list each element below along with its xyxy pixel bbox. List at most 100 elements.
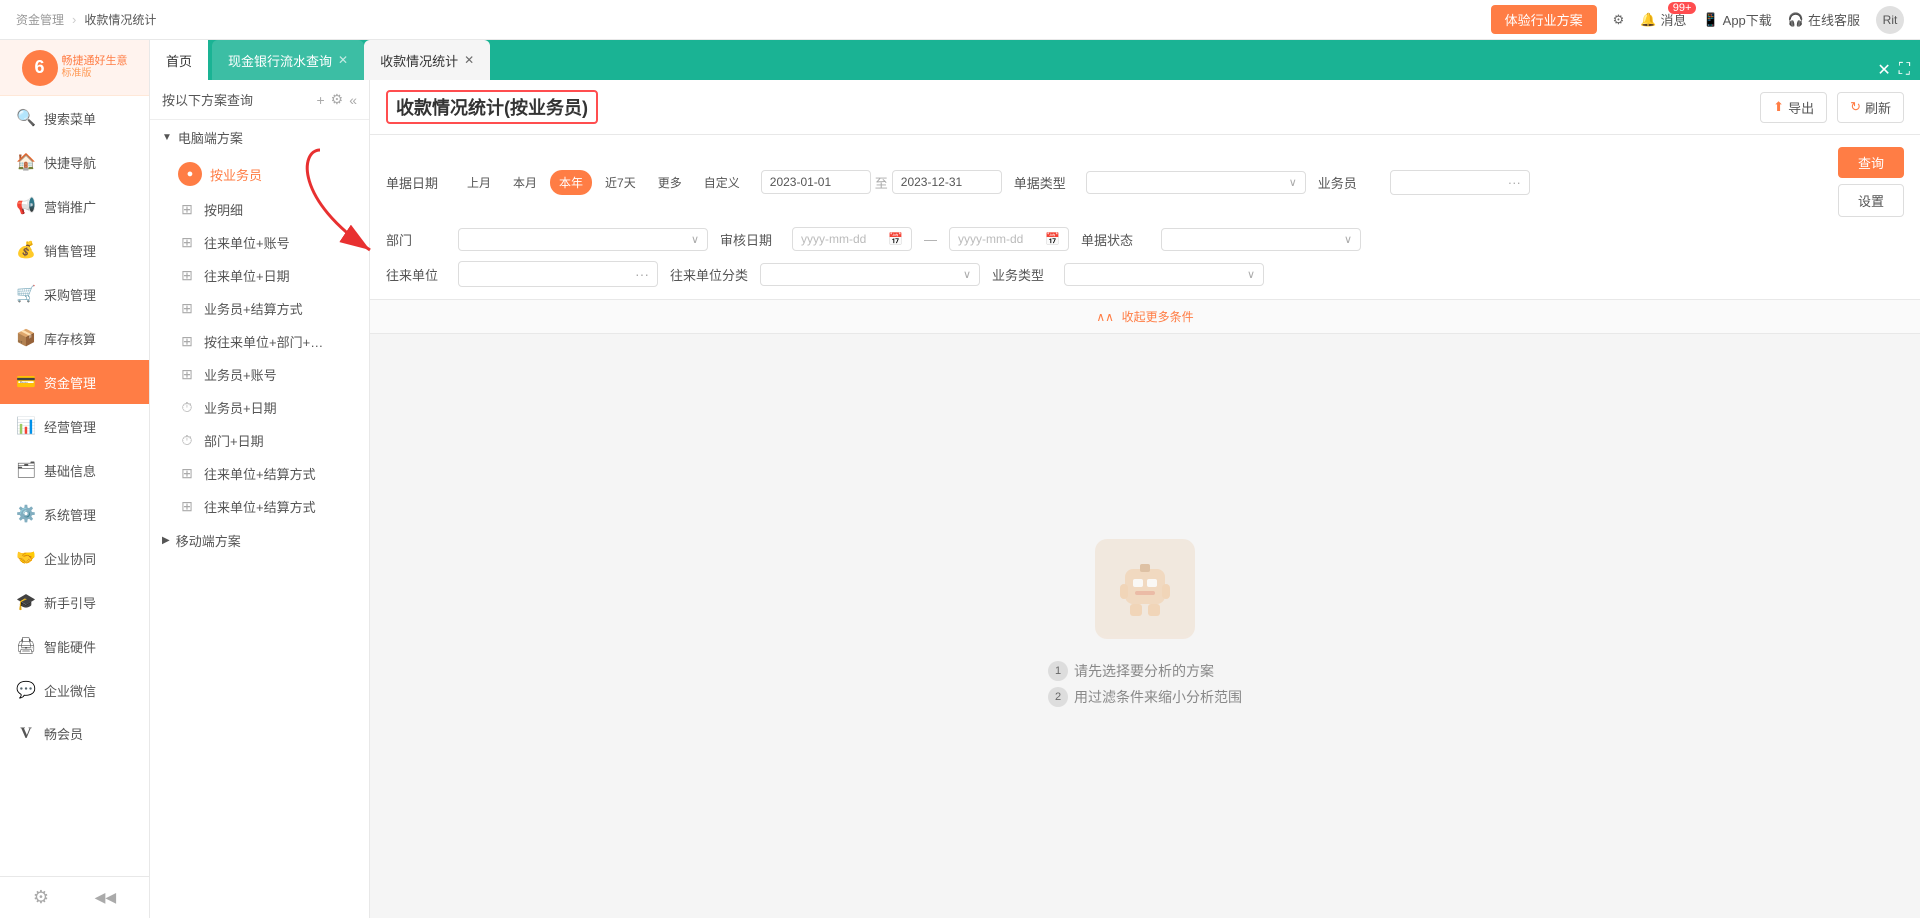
date-from-input[interactable]: 2023-01-01 xyxy=(761,170,871,194)
scheme-item-client-settlement1[interactable]: ⊞ 往来单位+结算方式 xyxy=(150,457,369,490)
online-service-label: 在线客服 xyxy=(1808,10,1860,29)
scheme-item-by-salesperson[interactable]: ● 按业务员 xyxy=(150,155,369,193)
sales-icon: 💰 xyxy=(16,240,36,260)
collapse-bar[interactable]: ∧∧ 收起更多条件 xyxy=(370,300,1920,334)
sidebar-item-hardware[interactable]: 🖨 智能硬件 xyxy=(0,624,149,668)
sidebar-item-finance[interactable]: 💳 资金管理 xyxy=(0,360,149,404)
right-panel: 收款情况统计(按业务员) ⬆ 导出 ↻ 刷新 xyxy=(370,80,1920,918)
scheme-item-client-settlement2[interactable]: ⊞ 往来单位+结算方式 xyxy=(150,490,369,523)
client-category-chevron-icon: ∨ xyxy=(963,268,971,281)
business-type-label: 业务类型 xyxy=(992,265,1052,284)
hint-item-2: 2 用过滤条件来缩小分析范围 xyxy=(1048,687,1242,707)
tab-collection-stats[interactable]: 收款情况统计 ✕ xyxy=(364,40,490,80)
client-filter-label: 往来单位 xyxy=(386,265,446,284)
sidebar-settings-icon[interactable]: ⚙ xyxy=(33,887,49,908)
desktop-group-label: 电脑端方案 xyxy=(178,128,243,147)
settings-icon[interactable]: ⚙ xyxy=(1613,12,1625,28)
logo-circle: 6 xyxy=(22,50,58,86)
tab-home[interactable]: 首页 xyxy=(150,40,208,80)
scheme-item-salesperson-date[interactable]: ⏱ 业务员+日期 xyxy=(150,391,369,424)
client-dept-icon: ⊞ xyxy=(178,333,196,350)
review-date-to-input[interactable]: yyyy-mm-dd 📅 xyxy=(949,227,1069,251)
business-type-select[interactable]: ∨ xyxy=(1064,263,1264,286)
add-scheme-button[interactable]: + xyxy=(316,92,324,108)
scheme-item-salesperson-account[interactable]: ⊞ 业务员+账号 xyxy=(150,358,369,391)
date-to-value: 2023-12-31 xyxy=(901,175,962,189)
filter-settings-button[interactable]: 设置 xyxy=(1838,184,1904,217)
scheme-item-dept-date[interactable]: ⏱ 部门+日期 xyxy=(150,424,369,457)
sidebar-item-sales[interactable]: 💰 销售管理 xyxy=(0,228,149,272)
page-title: 收款情况统计(按业务员) xyxy=(386,90,598,124)
sidebar-item-guide[interactable]: 🎓 新手引导 xyxy=(0,580,149,624)
review-date-from-input[interactable]: yyyy-mm-dd 📅 xyxy=(792,227,912,251)
header-right: 体验行业方案 ⚙ 🔔 消息 99+ 📱 App下载 🎧 在线客服 Rit xyxy=(1491,5,1904,34)
date-tab-last7days[interactable]: 近7天 xyxy=(596,170,645,195)
category-chevron-icon: ∨ xyxy=(1289,176,1297,189)
sidebar-item-wechat[interactable]: 💬 企业微信 xyxy=(0,668,149,712)
wechat-icon: 💬 xyxy=(16,680,36,700)
app-download-button[interactable]: 📱 App下载 xyxy=(1702,10,1771,29)
sidebar-item-inventory[interactable]: 📦 库存核算 xyxy=(0,316,149,360)
sidebar-item-label: 采购管理 xyxy=(44,285,96,304)
sidebar-item-marketing[interactable]: 📢 营销推广 xyxy=(0,184,149,228)
messages-button[interactable]: 🔔 消息 99+ xyxy=(1640,10,1686,29)
detail-icon: ⊞ xyxy=(178,201,196,218)
bill-status-select[interactable]: ∨ xyxy=(1161,228,1361,251)
phone-icon: 📱 xyxy=(1702,12,1718,28)
date-tab-custom[interactable]: 自定义 xyxy=(695,170,749,195)
sidebar-item-search-menu[interactable]: 🔍 搜索菜单 xyxy=(0,96,149,140)
client-dots[interactable]: ··· xyxy=(635,266,649,282)
sidebar-item-corp[interactable]: 🤝 企业协同 xyxy=(0,536,149,580)
hint-item-1: 1 请先选择要分析的方案 xyxy=(1048,661,1242,681)
scheme-item-label: 按明细 xyxy=(204,200,243,219)
tab-close-all-icon[interactable]: ✕ xyxy=(1877,60,1890,80)
date-tab-this-year[interactable]: 本年 xyxy=(550,170,592,195)
salesperson-select[interactable]: ··· xyxy=(1390,170,1530,195)
category-filter-label: 单据类型 xyxy=(1014,173,1074,192)
online-service-button[interactable]: 🎧 在线客服 xyxy=(1788,10,1860,29)
client-select[interactable]: ··· xyxy=(458,261,658,287)
category-select[interactable]: ∨ xyxy=(1086,171,1306,194)
scheme-item-by-detail[interactable]: ⊞ 按明细 xyxy=(150,193,369,226)
sidebar-item-purchase[interactable]: 🛒 采购管理 xyxy=(0,272,149,316)
date-tab-prev-month[interactable]: 上月 xyxy=(458,170,500,195)
export-button[interactable]: ⬆ 导出 xyxy=(1760,92,1827,123)
scheme-item-client-dept-collection[interactable]: ⊞ 按往来单位+部门+收... xyxy=(150,325,369,358)
salesperson-dots[interactable]: ··· xyxy=(1508,175,1521,190)
main-layout: 6 畅捷通好生意 标准版 🔍 搜索菜单 🏠 快捷导航 📢 营销推广 💰 销售管理… xyxy=(0,40,1920,918)
tab-bank-flow-close[interactable]: ✕ xyxy=(338,53,348,67)
scheme-item-label: 部门+日期 xyxy=(204,431,264,450)
date-tab-more[interactable]: 更多 xyxy=(649,170,691,195)
date-to-input[interactable]: 2023-12-31 xyxy=(892,170,1002,194)
client-account-icon: ⊞ xyxy=(178,234,196,251)
sidebar-item-basic[interactable]: 🗂 基础信息 xyxy=(0,448,149,492)
bill-status-label: 单据状态 xyxy=(1081,230,1141,249)
tab-maximize-icon[interactable]: ⛶ xyxy=(1899,61,1910,79)
scheme-item-salesperson-settlement[interactable]: ⊞ 业务员+结算方式 xyxy=(150,292,369,325)
sidebar-item-business[interactable]: 📊 经营管理 xyxy=(0,404,149,448)
date-tab-this-month[interactable]: 本月 xyxy=(504,170,546,195)
client-category-select[interactable]: ∨ xyxy=(760,263,980,286)
breadcrumb-separator: › xyxy=(72,12,76,27)
refresh-button[interactable]: ↻ 刷新 xyxy=(1837,92,1904,123)
mobile-scheme-group-title[interactable]: ▶ 移动端方案 xyxy=(162,531,357,550)
scheme-collapse-button[interactable]: « xyxy=(349,92,357,108)
hardware-icon: 🖨 xyxy=(16,636,36,656)
sidebar-item-member[interactable]: V 畅会员 xyxy=(0,712,149,755)
filter-row-1: 单据日期 上月 本月 本年 近7天 更多 自定义 2023-01-01 xyxy=(386,147,1904,217)
home-icon: 🏠 xyxy=(16,152,36,172)
sidebar-collapse-icon[interactable]: ◀◀ xyxy=(95,889,117,906)
dept-select[interactable]: ∨ xyxy=(458,228,708,251)
tab-bank-flow[interactable]: 现金银行流水查询 ✕ xyxy=(212,40,364,80)
scheme-item-client-date[interactable]: ⊞ 往来单位+日期 xyxy=(150,259,369,292)
desktop-scheme-group-title[interactable]: ▼ 电脑端方案 xyxy=(150,120,369,155)
tab-collection-stats-close[interactable]: ✕ xyxy=(464,53,474,67)
scheme-item-client-account[interactable]: ⊞ 往来单位+账号 xyxy=(150,226,369,259)
sidebar-item-quick-nav[interactable]: 🏠 快捷导航 xyxy=(0,140,149,184)
scheme-settings-button[interactable]: ⚙ xyxy=(331,91,344,108)
sidebar-item-system[interactable]: ⚙️ 系统管理 xyxy=(0,492,149,536)
client-date-icon: ⊞ xyxy=(178,267,196,284)
trial-button[interactable]: 体验行业方案 xyxy=(1491,5,1597,34)
user-avatar[interactable]: Rit xyxy=(1876,6,1904,34)
query-button[interactable]: 查询 xyxy=(1838,147,1904,178)
